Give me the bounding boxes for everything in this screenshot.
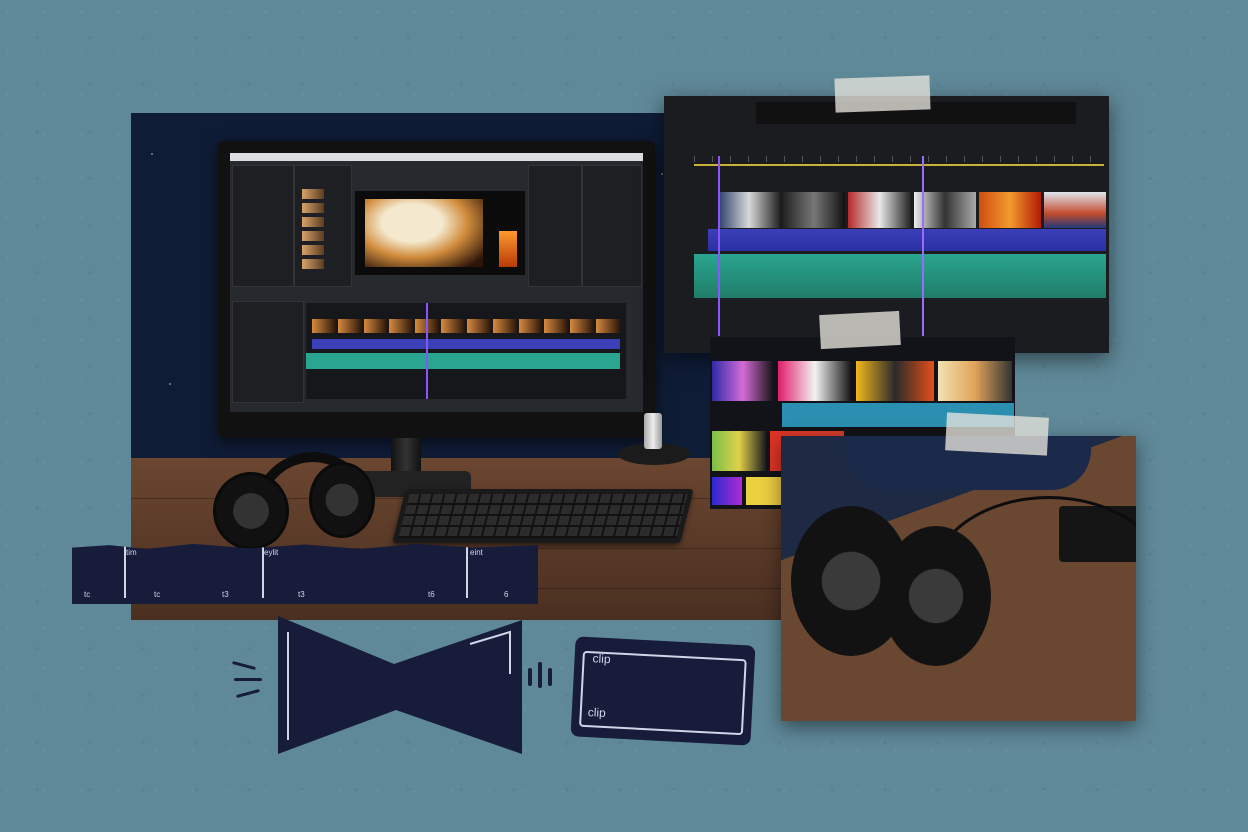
video-clip — [978, 192, 1041, 228]
ruler-mark: t3 — [222, 590, 229, 599]
video-clip — [783, 192, 846, 228]
ruler-mark: 6 — [504, 590, 509, 599]
tape-piece — [945, 412, 1049, 456]
ruler-mark: t6 — [428, 590, 435, 599]
thumbnail — [712, 431, 766, 471]
video-clip — [596, 319, 620, 333]
video-clip — [848, 192, 911, 228]
motion-line — [234, 678, 262, 681]
video-clip — [337, 319, 362, 333]
video-clip — [389, 319, 414, 333]
video-clip — [518, 319, 543, 333]
thumbnail — [712, 361, 774, 401]
menu-bar — [230, 153, 643, 161]
motion-line — [528, 668, 532, 686]
headphones — [213, 452, 383, 550]
thumbnail — [938, 361, 1012, 401]
wall-speck — [661, 173, 663, 175]
audio-track-blue — [708, 229, 1106, 251]
video-clip — [441, 319, 465, 333]
video-clip — [466, 319, 491, 333]
ear-cup — [309, 462, 375, 538]
ruler-mark: t3 — [298, 590, 305, 599]
time-ruler — [694, 156, 1104, 162]
media-thumbnail — [302, 245, 324, 255]
video-track — [312, 319, 620, 333]
project-panel — [232, 165, 294, 287]
video-clip — [312, 319, 336, 333]
orange-flare — [499, 231, 517, 267]
video-clip — [544, 319, 569, 333]
keyboard — [392, 489, 694, 543]
media-thumbnail — [302, 217, 324, 227]
ear-cup — [881, 526, 991, 666]
thumbnail — [856, 361, 934, 401]
bowtie-body — [278, 616, 522, 754]
playhead-marker — [922, 156, 924, 336]
torn-ruler-strip: tim eylit eint tc tc t3 t3 t6 6 — [72, 543, 538, 604]
tape-piece — [819, 310, 901, 350]
wall-speck — [151, 153, 153, 155]
media-thumbnail — [302, 259, 324, 269]
computer-monitor — [218, 141, 655, 438]
video-clip — [718, 192, 781, 228]
gadget-body — [644, 413, 662, 449]
clip-label-top: clip — [592, 651, 611, 667]
audio-track-green — [306, 353, 620, 369]
media-thumbnails — [302, 189, 324, 273]
video-clip — [1043, 192, 1107, 228]
ruler-mark: eylit — [264, 548, 279, 557]
motion-line — [548, 668, 552, 686]
audio-track-green — [694, 254, 1106, 298]
ruler-mark: tim — [126, 548, 137, 557]
work-area-bar — [694, 164, 1104, 166]
timeline-panel — [306, 303, 626, 399]
wall-speck — [169, 383, 171, 385]
ear-cup — [213, 472, 289, 550]
editing-software-screen — [230, 153, 643, 412]
key-grid — [398, 494, 688, 538]
desk-gadget — [618, 413, 690, 465]
program-monitor — [355, 191, 525, 275]
video-track — [718, 192, 1107, 228]
video-clip — [363, 319, 388, 333]
media-thumbnail — [302, 189, 324, 199]
clip-label-bottom: clip — [587, 705, 607, 721]
thumbnail-row — [712, 361, 1012, 401]
media-thumbnail — [302, 231, 324, 241]
clip-label-box: clip clip — [570, 636, 756, 746]
ruler-mark: tc — [154, 590, 161, 599]
preview-frame — [365, 199, 483, 267]
media-thumbnail — [302, 203, 324, 213]
bowtie-shape — [278, 616, 522, 754]
ruler-mark: tc — [84, 590, 91, 599]
thumbnail — [778, 361, 852, 401]
ruler-divider — [466, 546, 468, 598]
audio-track-blue — [312, 339, 620, 349]
motion-line — [538, 662, 542, 688]
playhead — [426, 303, 428, 399]
tape-piece — [834, 75, 931, 113]
video-clip — [570, 319, 595, 333]
ruler-mark: eint — [470, 548, 483, 557]
playhead — [718, 156, 720, 336]
effects-panel — [528, 165, 582, 287]
properties-panel — [582, 165, 642, 287]
track-headers — [232, 301, 304, 403]
thumbnail — [712, 477, 742, 505]
headphones-photo — [781, 436, 1136, 721]
video-clip — [492, 319, 517, 333]
